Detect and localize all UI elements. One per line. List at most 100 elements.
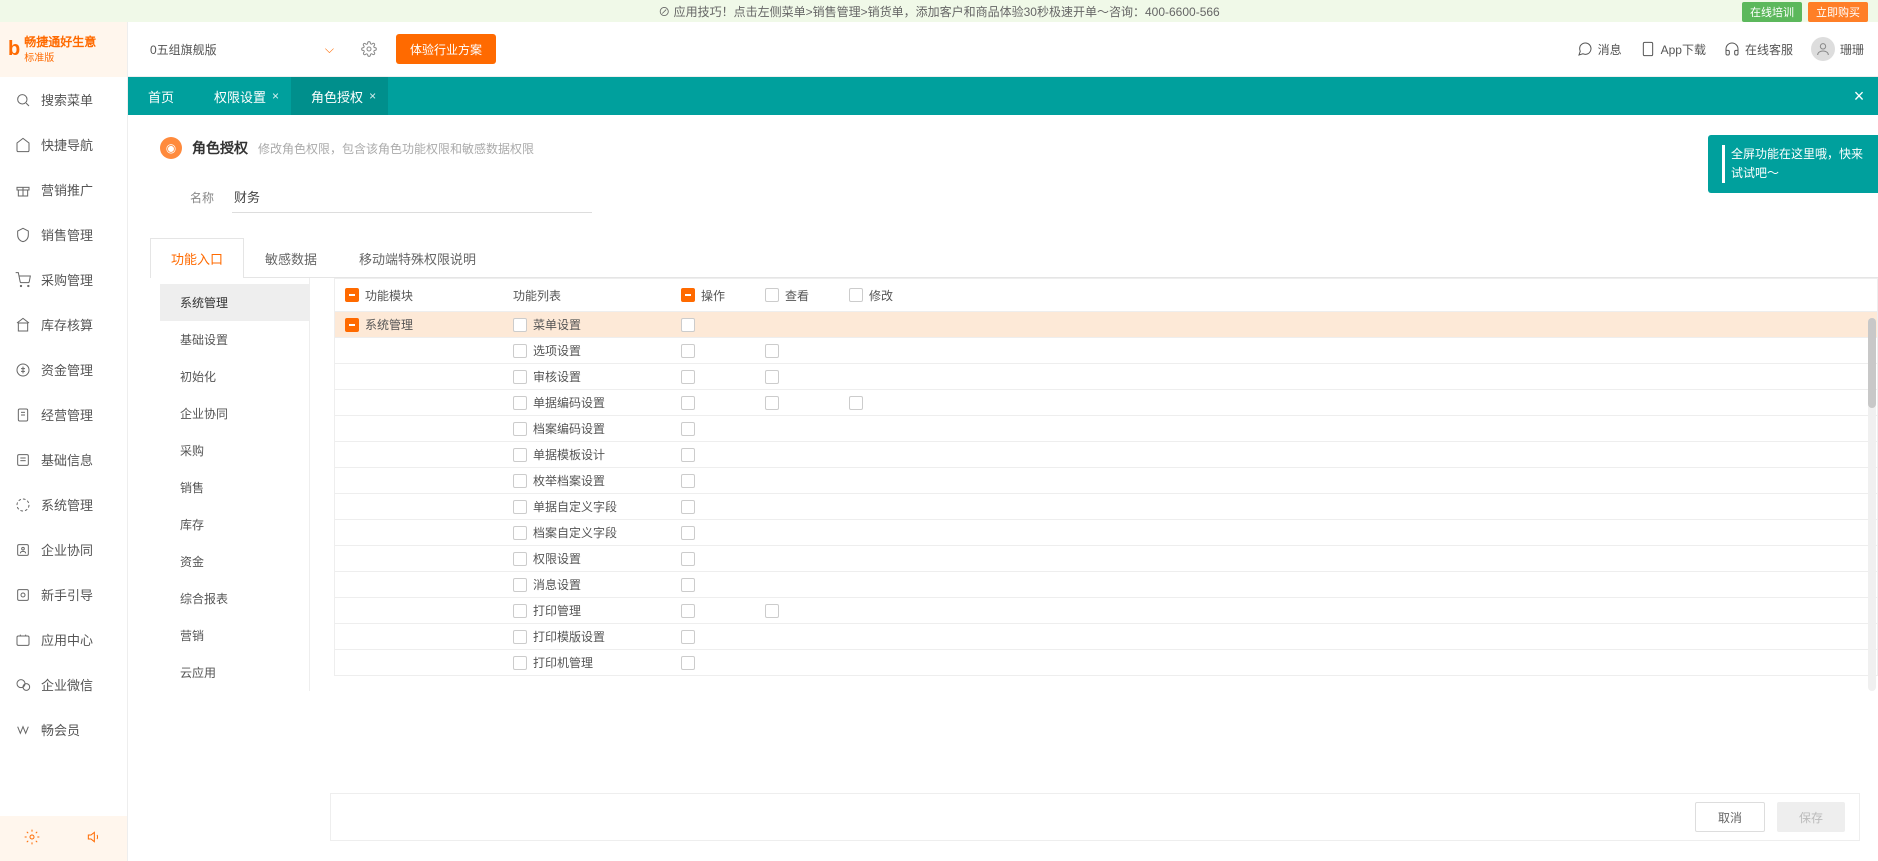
user-menu[interactable]: 珊珊 [1811,37,1864,61]
tenant-select[interactable]: 0五组旗舰版 ⌵ [142,34,342,64]
gear-button[interactable] [356,36,382,62]
checkbox[interactable] [513,318,527,332]
nav-item-7[interactable]: 经营管理 [0,392,127,437]
industry-plan-button[interactable]: 体验行业方案 [396,34,496,64]
nav-item-8[interactable]: 基础信息 [0,437,127,482]
checkbox[interactable] [681,448,695,462]
top-banner: ⊘ 应用技巧！点击左侧菜单>销售管理>销货单，添加客户和商品体验30秒极速开单～… [0,0,1878,22]
checkbox[interactable] [513,578,527,592]
checkbox[interactable] [681,526,695,540]
scrollbar-thumb[interactable] [1868,318,1876,408]
tab-2[interactable]: 角色授权× [291,77,388,115]
house-icon [15,317,31,333]
category-item-3[interactable]: 企业协同 [160,395,309,432]
checkbox-all-module[interactable] [345,288,359,302]
cancel-button[interactable]: 取消 [1695,802,1765,832]
category-item-6[interactable]: 库存 [160,506,309,543]
close-icon[interactable]: × [272,89,279,103]
download-link[interactable]: App下载 [1640,41,1706,58]
checkbox[interactable] [681,578,695,592]
nav-item-11[interactable]: 新手引导 [0,572,127,617]
category-item-5[interactable]: 销售 [160,469,309,506]
message-link[interactable]: 消息 [1577,41,1622,58]
close-icon[interactable]: × [369,89,376,103]
category-item-10[interactable]: 云应用 [160,654,309,691]
nav-item-13[interactable]: 企业微信 [0,662,127,707]
nav-item-0[interactable]: 搜索菜单 [0,77,127,122]
category-item-8[interactable]: 综合报表 [160,580,309,617]
checkbox[interactable] [765,370,779,384]
table-row: 打印机管理 [334,650,1878,676]
checkbox[interactable] [681,422,695,436]
category-item-2[interactable]: 初始化 [160,358,309,395]
name-value: 财务 [232,181,592,213]
checkbox-all-edit[interactable] [849,288,863,302]
checkbox[interactable] [345,318,359,332]
checkbox-all-op[interactable] [681,288,695,302]
checkbox[interactable] [513,448,527,462]
checkbox[interactable] [681,396,695,410]
team-icon [15,542,31,558]
table-row: 打印管理 [334,598,1878,624]
checkbox[interactable] [513,344,527,358]
checkbox[interactable] [681,630,695,644]
shield-icon [15,227,31,243]
inner-tab-0[interactable]: 功能入口 [150,238,244,278]
tab-0[interactable]: 首页 [128,77,194,115]
category-item-9[interactable]: 营销 [160,617,309,654]
nav-item-10[interactable]: 企业协同 [0,527,127,572]
close-all-tabs[interactable]: × [1840,77,1878,115]
checkbox[interactable] [765,396,779,410]
checkbox[interactable] [513,630,527,644]
logo-brand: 畅捷通好生意 [24,35,96,49]
nav-item-9[interactable]: 系统管理 [0,482,127,527]
nav-item-4[interactable]: 采购管理 [0,257,127,302]
category-item-1[interactable]: 基础设置 [160,321,309,358]
checkbox[interactable] [681,344,695,358]
nav-item-2[interactable]: 营销推广 [0,167,127,212]
settings-icon[interactable] [24,829,40,848]
search-icon [15,92,31,108]
checkbox[interactable] [513,604,527,618]
tab-1[interactable]: 权限设置× [194,77,291,115]
checkbox[interactable] [681,604,695,618]
checkbox[interactable] [849,396,863,410]
nav-item-14[interactable]: 畅会员 [0,707,127,752]
inner-tab-1[interactable]: 敏感数据 [244,238,338,278]
category-item-0[interactable]: 系统管理 [160,284,309,321]
toolbar: 0五组旗舰版 ⌵ 体验行业方案 消息 App下载 在线客服 珊珊 [128,22,1878,77]
nav-item-6[interactable]: 资金管理 [0,347,127,392]
nav-item-1[interactable]: 快捷导航 [0,122,127,167]
category-item-4[interactable]: 采购 [160,432,309,469]
tabbar: 首页权限设置×角色授权× × [128,77,1878,115]
checkbox[interactable] [513,396,527,410]
checkbox[interactable] [513,474,527,488]
checkbox[interactable] [513,552,527,566]
checkbox[interactable] [681,552,695,566]
checkbox[interactable] [681,656,695,670]
checkbox[interactable] [513,656,527,670]
checkbox[interactable] [513,500,527,514]
checkbox[interactable] [765,344,779,358]
banner-btn-buy[interactable]: 立即购买 [1808,2,1868,22]
cycle-icon [15,497,31,513]
nav-item-5[interactable]: 库存核算 [0,302,127,347]
checkbox[interactable] [681,500,695,514]
checkbox[interactable] [681,318,695,332]
nav-item-3[interactable]: 销售管理 [0,212,127,257]
checkbox-all-view[interactable] [765,288,779,302]
checkbox[interactable] [513,370,527,384]
checkbox[interactable] [513,422,527,436]
nav-item-12[interactable]: 应用中心 [0,617,127,662]
inner-tab-2[interactable]: 移动端特殊权限说明 [338,238,497,278]
banner-btn-training[interactable]: 在线培训 [1742,2,1802,22]
category-item-7[interactable]: 资金 [160,543,309,580]
sound-icon[interactable] [87,829,103,848]
guide-icon [15,587,31,603]
fullscreen-tooltip: 全屏功能在这里哦，快来试试吧～ [1708,135,1878,193]
checkbox[interactable] [681,370,695,384]
checkbox[interactable] [765,604,779,618]
cs-link[interactable]: 在线客服 [1724,41,1793,58]
checkbox[interactable] [681,474,695,488]
checkbox[interactable] [513,526,527,540]
